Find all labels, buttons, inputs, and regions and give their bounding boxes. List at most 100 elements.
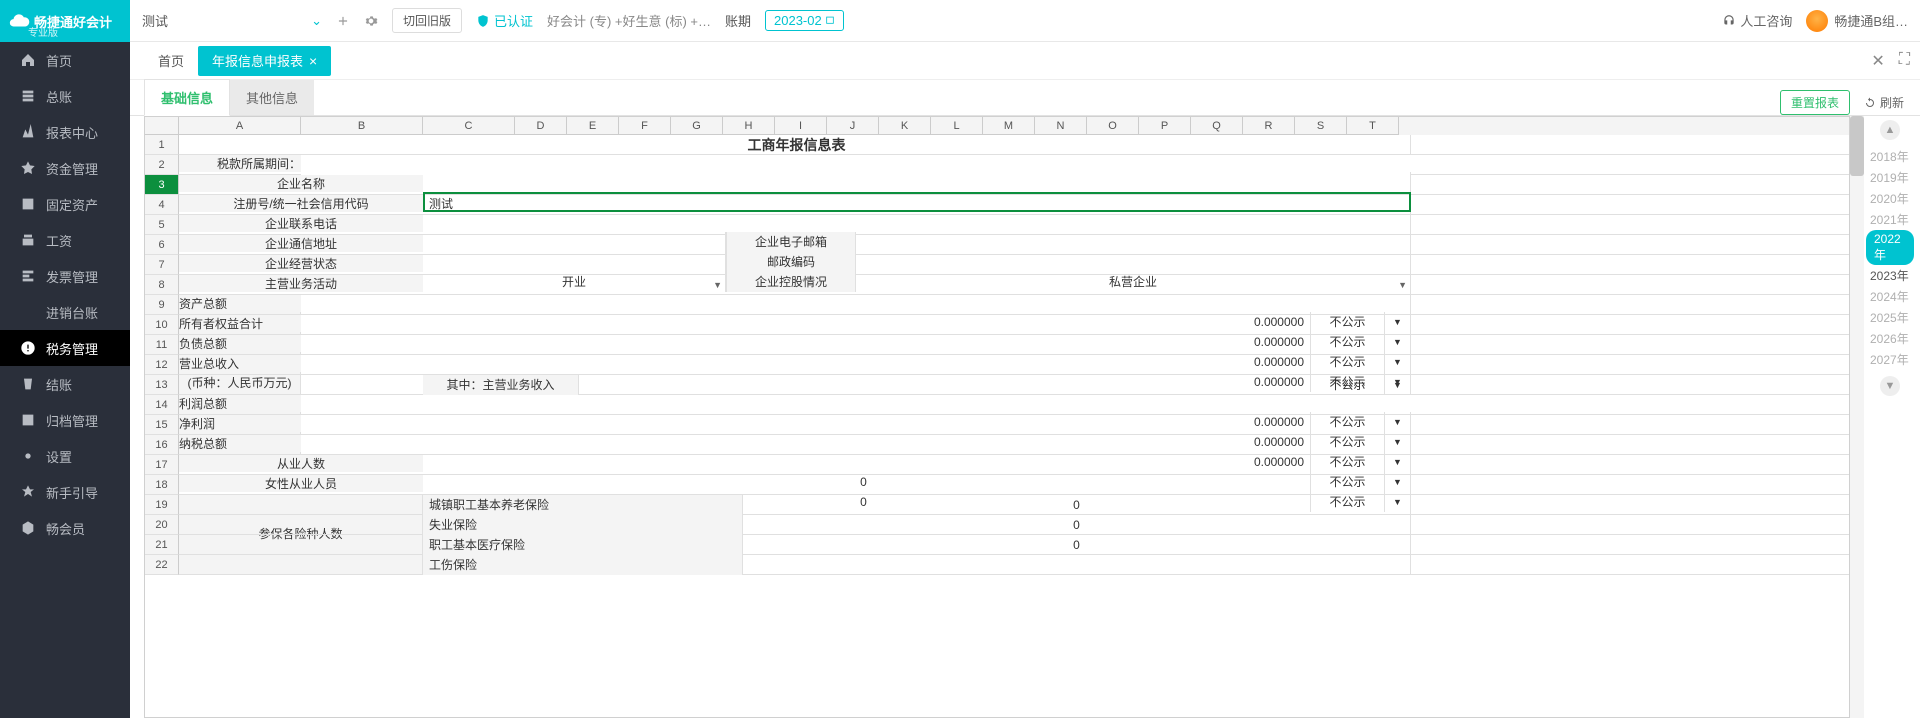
nav-item-9[interactable]: 结账 xyxy=(0,366,130,402)
row-header[interactable]: 3 xyxy=(145,175,179,195)
row-header[interactable]: 14 xyxy=(145,395,179,415)
row-header[interactable]: 15 xyxy=(145,415,179,435)
year-option[interactable]: 2023年 xyxy=(1866,265,1914,286)
row-header[interactable]: 22 xyxy=(145,555,179,575)
refresh-button[interactable]: 刷新 xyxy=(1864,94,1904,111)
row-header[interactable]: 10 xyxy=(145,315,179,335)
nav-icon xyxy=(20,340,36,356)
tab-annual-report[interactable]: 年报信息申报表 × xyxy=(198,46,331,76)
row-header[interactable]: 5 xyxy=(145,215,179,235)
nav-item-13[interactable]: 畅会员 xyxy=(0,510,130,546)
col-header[interactable]: L xyxy=(931,117,983,135)
nav-item-8[interactable]: 税务管理 xyxy=(0,330,130,366)
nav-item-6[interactable]: 发票管理 xyxy=(0,258,130,294)
col-header[interactable]: P xyxy=(1139,117,1191,135)
row-header[interactable]: 8 xyxy=(145,275,179,295)
nav-item-4[interactable]: 固定资产 xyxy=(0,186,130,222)
nav-item-1[interactable]: 总账 xyxy=(0,78,130,114)
support-button[interactable]: 人工咨询 xyxy=(1722,11,1792,30)
col-header[interactable]: H xyxy=(723,117,775,135)
ins-label: 职工基本医疗保险 xyxy=(423,535,743,555)
logo[interactable]: 畅捷通好会计 专业版 xyxy=(0,0,130,42)
row-header[interactable]: 19 xyxy=(145,495,179,515)
row-header[interactable]: 17 xyxy=(145,455,179,475)
row-header[interactable]: 4 xyxy=(145,195,179,215)
fullscreen-icon[interactable]: ⛶ xyxy=(1899,51,1910,71)
plus-icon[interactable] xyxy=(336,14,350,28)
subtab-basic[interactable]: 基础信息 xyxy=(144,79,230,116)
year-option[interactable]: 2026年 xyxy=(1866,328,1914,349)
column-headers: ABCDEFGHIJKLMNOPQRST xyxy=(145,117,1849,135)
col-header[interactable]: N xyxy=(1035,117,1087,135)
year-option[interactable]: 2021年 xyxy=(1866,209,1914,230)
col-header[interactable]: E xyxy=(567,117,619,135)
col-header[interactable]: S xyxy=(1295,117,1347,135)
close-icon[interactable]: × xyxy=(309,53,317,69)
year-option[interactable]: 2025年 xyxy=(1866,307,1914,328)
row-header[interactable]: 9 xyxy=(145,295,179,315)
sidebar: 畅捷通好会计 专业版 首页总账报表中心资金管理固定资产工资发票管理进销台账税务管… xyxy=(0,0,130,718)
col-header[interactable]: T xyxy=(1347,117,1399,135)
nav-item-10[interactable]: 归档管理 xyxy=(0,402,130,438)
col-header[interactable]: K xyxy=(879,117,931,135)
gear-icon[interactable] xyxy=(364,14,378,28)
scrollbar-vertical[interactable] xyxy=(1850,116,1864,718)
row-header[interactable]: 12 xyxy=(145,355,179,375)
year-option[interactable]: 2020年 xyxy=(1866,188,1914,209)
row-header[interactable]: 1 xyxy=(145,135,179,155)
row-header[interactable]: 16 xyxy=(145,435,179,455)
chevron-down-icon[interactable]: ▼ xyxy=(1385,375,1411,395)
nav-item-3[interactable]: 资金管理 xyxy=(0,150,130,186)
col-header[interactable]: F xyxy=(619,117,671,135)
row-label: 纳税总额 xyxy=(179,435,301,452)
user-menu[interactable]: 畅捷通B组… xyxy=(1806,10,1908,32)
col-header[interactable]: D xyxy=(515,117,567,135)
row-header[interactable]: 21 xyxy=(145,535,179,555)
nav-item-0[interactable]: 首页 xyxy=(0,42,130,78)
nav-item-7[interactable]: 进销台账 xyxy=(0,294,130,330)
year-down-icon[interactable]: ▼ xyxy=(1880,376,1900,396)
nav-icon xyxy=(20,448,36,464)
col-header[interactable]: J xyxy=(827,117,879,135)
row-header[interactable]: 18 xyxy=(145,475,179,495)
nav-item-5[interactable]: 工资 xyxy=(0,222,130,258)
subtab-other[interactable]: 其他信息 xyxy=(230,80,314,115)
col-header[interactable]: Q xyxy=(1191,117,1243,135)
col-header[interactable]: G xyxy=(671,117,723,135)
row-header[interactable]: 6 xyxy=(145,235,179,255)
spreadsheet[interactable]: ABCDEFGHIJKLMNOPQRST 1234567891011121314… xyxy=(144,116,1850,718)
nav-item-11[interactable]: 设置 xyxy=(0,438,130,474)
period-select[interactable]: 2023-02 xyxy=(765,10,844,31)
col-header[interactable]: R xyxy=(1243,117,1295,135)
year-option[interactable]: 2027年 xyxy=(1866,349,1914,370)
company-select[interactable]: 测试 ⌄ xyxy=(142,11,322,30)
col-header[interactable]: A xyxy=(179,117,301,135)
nav-icon xyxy=(20,196,36,212)
nav-item-2[interactable]: 报表中心 xyxy=(0,114,130,150)
row-header[interactable]: 2 xyxy=(145,155,179,175)
col-header[interactable]: I xyxy=(775,117,827,135)
nav-icon xyxy=(20,376,36,392)
year-option[interactable]: 2022年 xyxy=(1866,230,1914,265)
row-header[interactable]: 20 xyxy=(145,515,179,535)
scroll-thumb[interactable] xyxy=(1850,116,1864,176)
year-up-icon[interactable]: ▲ xyxy=(1880,120,1900,140)
row-header[interactable]: 13 xyxy=(145,375,179,395)
col-header[interactable]: B xyxy=(301,117,423,135)
tab-home[interactable]: 首页 xyxy=(144,46,198,76)
year-option[interactable]: 2018年 xyxy=(1866,146,1914,167)
old-version-button[interactable]: 切回旧版 xyxy=(392,8,462,33)
shield-icon xyxy=(476,14,490,28)
col-header[interactable]: M xyxy=(983,117,1035,135)
year-option[interactable]: 2024年 xyxy=(1866,286,1914,307)
nav-item-12[interactable]: 新手引导 xyxy=(0,474,130,510)
close-all-icon[interactable]: ✕ xyxy=(1871,51,1884,71)
cells[interactable]: 工商年报信息表 税款所属期间： 2022年度 企业名称 测试 注册号/统一社会信… xyxy=(179,135,1849,575)
col-header[interactable]: O xyxy=(1087,117,1139,135)
year-option[interactable]: 2019年 xyxy=(1866,167,1914,188)
row-header[interactable]: 7 xyxy=(145,255,179,275)
row-header[interactable]: 11 xyxy=(145,335,179,355)
reset-button[interactable]: 重置报表 xyxy=(1780,90,1850,115)
row-label: 利润总额 xyxy=(179,395,301,412)
col-header[interactable]: C xyxy=(423,117,515,135)
